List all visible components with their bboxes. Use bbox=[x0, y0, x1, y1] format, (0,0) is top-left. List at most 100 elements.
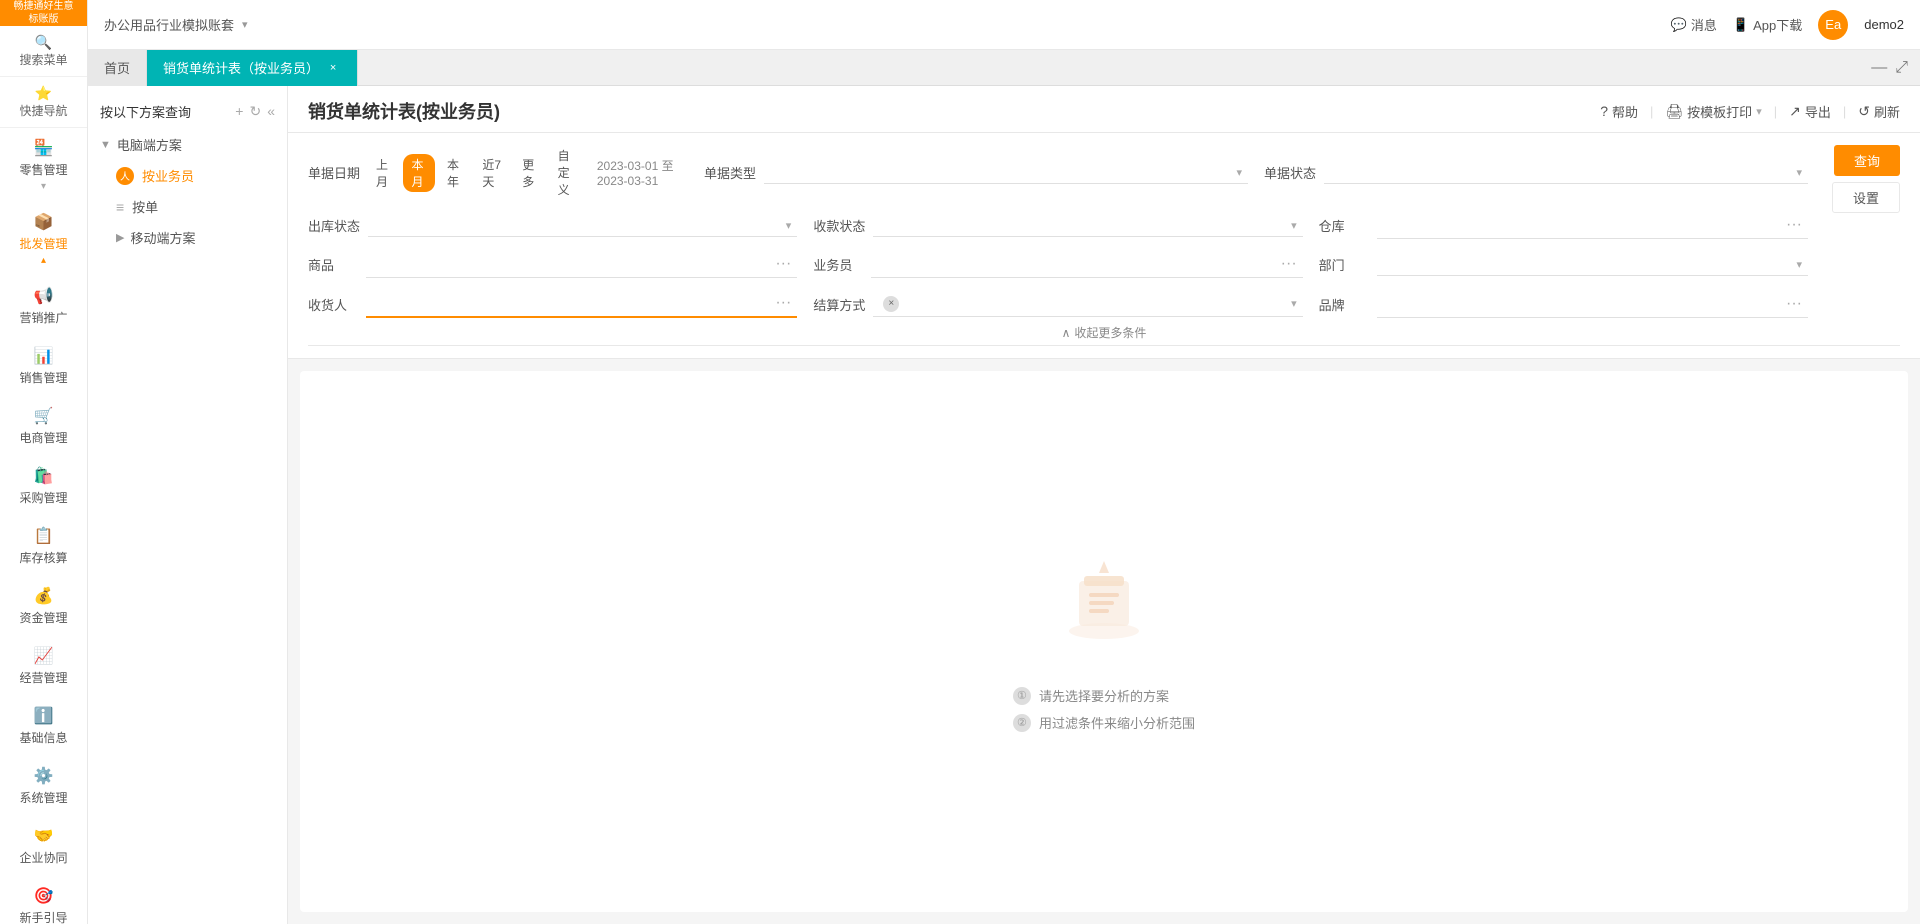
refresh-scheme-btn[interactable]: ↻ bbox=[249, 103, 261, 120]
sidebar-item-ecommerce[interactable]: 🛒 电商管理 bbox=[0, 396, 87, 456]
empty-state: ① 请先选择要分析的方案 ② 用过滤条件来缩小分析范围 bbox=[300, 371, 1908, 912]
sidebar-item-newbie[interactable]: 🎯 新手引导 bbox=[0, 876, 87, 924]
outbound-select[interactable]: ▾ bbox=[368, 215, 797, 237]
desktop-scheme-label: 电脑端方案 bbox=[117, 135, 182, 154]
scheme-item-by-order[interactable]: ≡ 按单 bbox=[88, 191, 287, 222]
collapse-row: ∧ 收起更多条件 bbox=[308, 318, 1900, 346]
doc-type-select[interactable]: ▾ bbox=[764, 162, 1248, 184]
help-icon: ? bbox=[1600, 103, 1608, 119]
consignee-dots[interactable]: ··· bbox=[775, 294, 791, 312]
settlement-arrow: ▾ bbox=[1291, 297, 1297, 310]
sidebar-item-inventory[interactable]: 📋 库存核算 bbox=[0, 516, 87, 576]
scheme-item-by-salesperson[interactable]: 人 按业务员 bbox=[88, 160, 287, 191]
consignee-select[interactable]: ··· bbox=[366, 290, 797, 318]
tab-home-label: 首页 bbox=[104, 58, 130, 77]
sidebar-item-system[interactable]: ⚙️ 系统管理 bbox=[0, 756, 87, 816]
search-menu-btn[interactable]: 🔍 搜索菜单 bbox=[0, 26, 87, 77]
sidebar-item-enterprise[interactable]: 🤝 企业协同 bbox=[0, 816, 87, 876]
message-icon: 💬 bbox=[1671, 17, 1687, 33]
inventory-icon: 📋 bbox=[34, 526, 54, 546]
tab-sales-stats[interactable]: 销货单统计表（按业务员） × bbox=[147, 50, 358, 86]
date-btn-more[interactable]: 更多 bbox=[514, 154, 545, 192]
page-header: 销货单统计表(按业务员) ? 帮助 | 🖨 按模板打印 ▾ | ↗ bbox=[288, 86, 1920, 133]
outbound-arrow: ▾ bbox=[786, 219, 792, 232]
settings-button[interactable]: 设置 bbox=[1832, 182, 1900, 213]
sidebar-item-basic[interactable]: ℹ️ 基础信息 bbox=[0, 696, 87, 756]
sidebar-item-wholesale[interactable]: 📦 批发管理 ▴ bbox=[0, 202, 87, 276]
wholesale-icon: 📦 bbox=[34, 212, 54, 232]
salesperson-scheme-icon: 人 bbox=[116, 167, 134, 185]
filter-consignee: 收货人 ··· bbox=[308, 290, 797, 318]
filter-doc-type: 单据类型 ▾ bbox=[704, 162, 1248, 184]
template-print-btn[interactable]: 🖨 按模板打印 ▾ bbox=[1665, 102, 1761, 121]
download-icon: 📱 bbox=[1733, 17, 1749, 33]
payment-arrow: ▾ bbox=[1291, 219, 1297, 232]
payment-select[interactable]: ▾ bbox=[873, 215, 1302, 237]
filter-doc-status: 单据状态 ▾ bbox=[1264, 162, 1808, 184]
empty-icon bbox=[1054, 551, 1154, 670]
tab-home[interactable]: 首页 bbox=[88, 50, 147, 86]
collapse-icon: ∧ bbox=[1062, 326, 1071, 340]
retail-icon: 🏪 bbox=[34, 138, 54, 158]
doc-status-select[interactable]: ▾ bbox=[1324, 162, 1808, 184]
sidebar-item-operation[interactable]: 📈 经营管理 bbox=[0, 636, 87, 696]
page-title: 销货单统计表(按业务员) bbox=[308, 98, 500, 124]
filter-outbound: 出库状态 ▾ bbox=[308, 215, 797, 237]
marketing-icon: 📢 bbox=[34, 286, 54, 306]
department-select[interactable]: ▾ bbox=[1377, 254, 1808, 276]
sidebar-item-marketing[interactable]: 📢 营销推广 bbox=[0, 276, 87, 336]
basic-icon: ℹ️ bbox=[34, 706, 54, 726]
warehouse-dots[interactable]: ··· bbox=[1786, 216, 1802, 234]
date-options: 上月 本月 本年 近7天 更多 自定义 2023-03-01 至 2023-03… bbox=[368, 145, 688, 200]
department-label: 部门 bbox=[1319, 255, 1369, 274]
tab-sales-stats-label: 销货单统计表（按业务员） bbox=[163, 58, 319, 77]
sidebar-item-finance[interactable]: 💰 资金管理 bbox=[0, 576, 87, 636]
salesperson-dots[interactable]: ··· bbox=[1281, 255, 1297, 273]
action-buttons: 查询 设置 bbox=[1820, 145, 1900, 213]
sidebar-item-retail[interactable]: 🏪 零售管理 ▾ bbox=[0, 128, 87, 202]
salesperson-select[interactable]: ··· bbox=[871, 251, 1302, 278]
query-button[interactable]: 查询 bbox=[1834, 145, 1900, 176]
message-btn[interactable]: 💬 消息 bbox=[1671, 15, 1717, 34]
settlement-select[interactable]: × ▾ bbox=[873, 292, 1302, 317]
sidebar-item-purchase[interactable]: 🛍️ 采购管理 bbox=[0, 456, 87, 516]
settlement-clear-btn[interactable]: × bbox=[883, 296, 899, 312]
date-btn-last-month[interactable]: 上月 bbox=[368, 154, 399, 192]
desktop-scheme-title[interactable]: ▼ 电脑端方案 bbox=[88, 129, 287, 160]
user-avatar[interactable]: Ea bbox=[1818, 10, 1848, 40]
brand-select[interactable]: ··· bbox=[1377, 291, 1808, 318]
help-btn[interactable]: ? 帮助 bbox=[1600, 102, 1638, 121]
collapse-label: 收起更多条件 bbox=[1074, 324, 1146, 341]
quick-nav-btn[interactable]: ⭐ 快捷导航 bbox=[0, 77, 87, 128]
goods-select[interactable]: ··· bbox=[366, 251, 797, 278]
mobile-scheme-group[interactable]: ▶ 移动端方案 bbox=[88, 222, 287, 253]
date-btn-current-month[interactable]: 本月 bbox=[403, 154, 434, 192]
app-download-btn[interactable]: 📱 App下载 bbox=[1733, 15, 1802, 34]
collapse-panel-btn[interactable]: « bbox=[267, 103, 275, 120]
right-content: 销货单统计表(按业务员) ? 帮助 | 🖨 按模板打印 ▾ | ↗ bbox=[288, 86, 1920, 924]
tab-close-btn[interactable]: × bbox=[325, 60, 341, 76]
date-btn-custom[interactable]: 自定义 bbox=[550, 145, 589, 200]
tab-maximize-btn[interactable]: ⤢ bbox=[1895, 59, 1908, 77]
content-area: 按以下方案查询 + ↻ « ▼ 电脑端方案 人 按业务员 ≡ 按 bbox=[88, 86, 1920, 924]
tab-minimize-btn[interactable]: — bbox=[1871, 59, 1887, 77]
date-btn-last-7-days[interactable]: 近7天 bbox=[474, 154, 510, 192]
export-btn[interactable]: ↗ 导出 bbox=[1789, 102, 1831, 121]
logo[interactable]: 畅捷通好生意 标账版 bbox=[0, 0, 87, 26]
date-btn-current-year[interactable]: 本年 bbox=[439, 154, 470, 192]
filter-goods: 商品 ··· bbox=[308, 251, 797, 278]
warehouse-select[interactable]: ··· bbox=[1377, 212, 1808, 239]
sidebar-item-sales[interactable]: 📊 销售管理 bbox=[0, 336, 87, 396]
goods-dots[interactable]: ··· bbox=[775, 255, 791, 273]
filter-payment: 收款状态 ▾ bbox=[813, 215, 1302, 237]
payment-label: 收款状态 bbox=[813, 216, 865, 235]
purchase-icon: 🛍️ bbox=[34, 466, 54, 486]
order-scheme-label: 按单 bbox=[132, 197, 158, 216]
add-scheme-btn[interactable]: + bbox=[235, 103, 243, 120]
consignee-label: 收货人 bbox=[308, 295, 358, 314]
refresh-btn[interactable]: ↺ 刷新 bbox=[1858, 102, 1900, 121]
collapse-btn[interactable]: ∧ 收起更多条件 bbox=[1062, 324, 1147, 341]
brand-dots[interactable]: ··· bbox=[1786, 295, 1802, 313]
system-dropdown-arrow[interactable]: ▾ bbox=[242, 18, 248, 31]
sales-icon: 📊 bbox=[34, 346, 54, 366]
